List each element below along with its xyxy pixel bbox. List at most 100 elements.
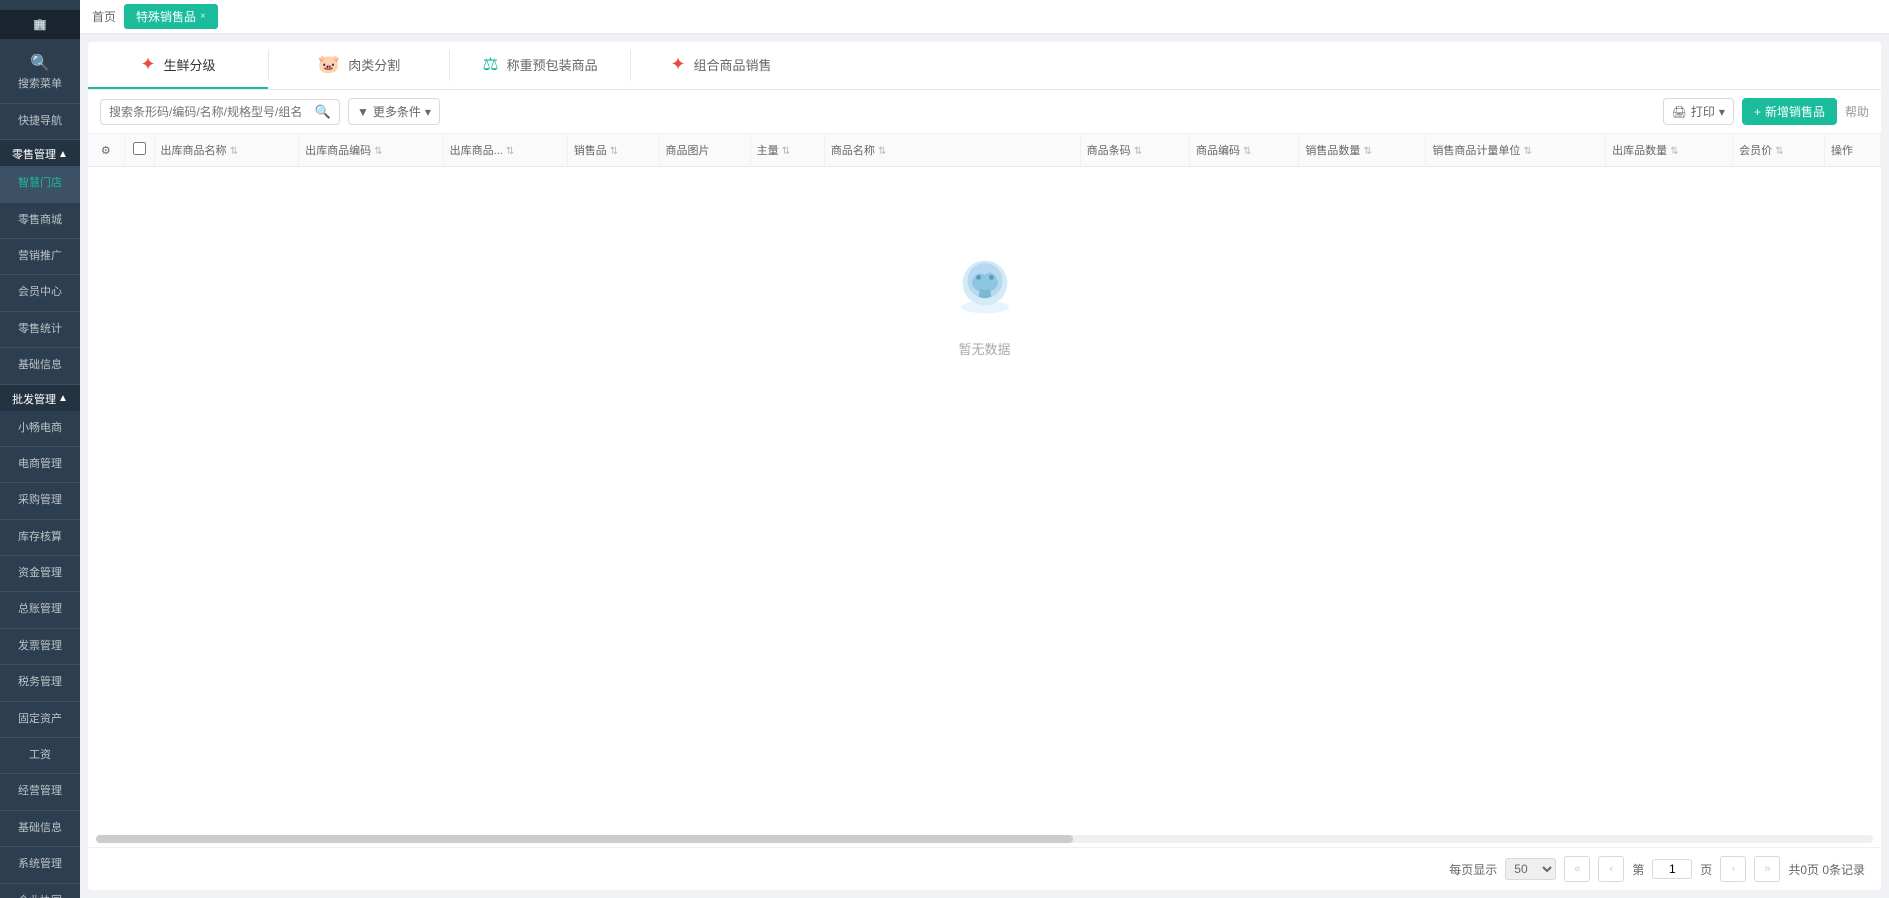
smart-store-label: 智慧门店 <box>18 177 62 189</box>
first-page-button[interactable]: « <box>1564 856 1590 882</box>
col-checkbox[interactable] <box>124 134 154 167</box>
next-page-icon: › <box>1731 863 1735 875</box>
tab-meat-cut[interactable]: 🐷 肉类分割 <box>269 42 449 89</box>
print-button[interactable]: 🖨 打印 ▾ <box>1663 98 1734 125</box>
sort-icon-7[interactable]: ⇅ <box>1134 146 1142 157</box>
sidebar-item-salary[interactable]: 工资 <box>0 738 80 774</box>
content-panel: ✦ 生鲜分级 🐷 肉类分割 ⚖ 称重预包装商品 ✦ 组合商品销售 <box>88 42 1881 890</box>
print-label: 打印 <box>1691 103 1715 120</box>
sidebar-item-quick-nav[interactable]: 快捷导航 <box>0 104 80 140</box>
sort-icon-6[interactable]: ⇅ <box>878 146 886 157</box>
empty-icon <box>945 247 1025 327</box>
sort-icon-10[interactable]: ⇅ <box>1523 146 1531 157</box>
salary-label: 工资 <box>29 749 51 761</box>
page-suffix: 页 <box>1700 861 1712 878</box>
products-table: ⚙ 出库商品名称 ⇅ 出库商品编码 ⇅ <box>88 134 1881 167</box>
col-out-product-code: 出库商品编码 ⇅ <box>299 134 444 167</box>
sidebar-item-base-info-2[interactable]: 基础信息 <box>0 811 80 847</box>
sidebar-item-retail-mgmt[interactable]: 零售管理 ▲ <box>0 140 80 166</box>
system-mgmt-label: 系统管理 <box>18 858 62 870</box>
col-sales-qty: 销售品数量 ⇅ <box>1299 134 1426 167</box>
sidebar-item-purchase-mgmt[interactable]: 采购管理 <box>0 483 80 519</box>
col-gear[interactable]: ⚙ <box>88 134 124 167</box>
sort-icon-4[interactable]: ⇅ <box>610 146 618 157</box>
sidebar-logo: 🏢 <box>0 10 80 39</box>
prev-page-button[interactable]: ‹ <box>1598 856 1624 882</box>
sort-icon-11[interactable]: ⇅ <box>1670 146 1678 157</box>
sidebar-item-operations-mgmt[interactable]: 经营管理 <box>0 774 80 810</box>
sidebar-item-smart-store[interactable]: 智慧门店 <box>0 166 80 202</box>
tab-weighed-packed[interactable]: ⚖ 称重预包装商品 <box>450 42 630 89</box>
sort-icon-12[interactable]: ⇅ <box>1775 146 1783 157</box>
sort-icon-2[interactable]: ⇅ <box>374 146 382 157</box>
close-tab-icon[interactable]: × <box>200 11 206 22</box>
sidebar-item-retail-mall[interactable]: 零售商城 <box>0 203 80 239</box>
member-center-label: 会员中心 <box>18 286 62 298</box>
tab-combo-sales[interactable]: ✦ 组合商品销售 <box>631 42 811 89</box>
sidebar-item-fixed-assets[interactable]: 固定资产 <box>0 702 80 738</box>
sidebar-item-search-menu[interactable]: 🔍 搜索菜单 <box>0 43 80 104</box>
quick-nav-label: 快捷导航 <box>18 115 62 127</box>
sidebar-item-marketing[interactable]: 营销推广 <box>0 239 80 275</box>
sidebar-item-finance-mgmt[interactable]: 资金管理 <box>0 556 80 592</box>
col-out-product-name: 出库商品名称 ⇅ <box>154 134 299 167</box>
help-button[interactable]: 帮助 <box>1845 103 1869 120</box>
search-box[interactable]: 🔍 <box>100 99 340 125</box>
filter-label: 更多条件 <box>373 103 421 120</box>
finance-mgmt-label: 资金管理 <box>18 567 62 579</box>
sidebar-item-ecommerce-mgmt[interactable]: 电商管理 <box>0 447 80 483</box>
sidebar-item-retail-stats[interactable]: 零售统计 <box>0 312 80 348</box>
sort-icon-9[interactable]: ⇅ <box>1363 146 1371 157</box>
sidebar-item-invoice-mgmt[interactable]: 发票管理 <box>0 629 80 665</box>
filter-icon: ▼ <box>357 105 369 119</box>
scrollbar-thumb[interactable] <box>96 835 1073 843</box>
tab-weighed-packed-label: 称重预包装商品 <box>507 55 598 74</box>
pagination: 每页显示 50 10 20 100 « ‹ 第 页 › » 共0页 0条记录 <box>88 847 1881 890</box>
sort-icon-3[interactable]: ⇅ <box>506 146 514 157</box>
sidebar-item-inventory-check[interactable]: 库存核算 <box>0 520 80 556</box>
tab-fresh-grade-label: 生鲜分级 <box>164 55 216 74</box>
tab-fresh-grade[interactable]: ✦ 生鲜分级 <box>88 42 268 89</box>
fixed-assets-label: 固定资产 <box>18 713 62 725</box>
sort-icon[interactable]: ⇅ <box>230 146 238 157</box>
next-page-button[interactable]: › <box>1720 856 1746 882</box>
sidebar-item-general-ledger[interactable]: 总账管理 <box>0 592 80 628</box>
sidebar-item-tax-mgmt[interactable]: 税务管理 <box>0 665 80 701</box>
last-page-button[interactable]: » <box>1754 856 1780 882</box>
gear-col-icon: ⚙ <box>101 145 111 157</box>
wholesale-arrow: ▲ <box>58 393 68 404</box>
col-master: 主量 ⇅ <box>750 134 824 167</box>
tab-row: ✦ 生鲜分级 🐷 肉类分割 ⚖ 称重预包装商品 ✦ 组合商品销售 <box>88 42 1881 90</box>
page-size-select[interactable]: 50 10 20 100 <box>1505 858 1556 880</box>
enterprise-coop-label: 企业协同 <box>18 895 62 898</box>
page-number-input[interactable] <box>1652 859 1692 879</box>
horizontal-scrollbar[interactable] <box>96 835 1873 843</box>
sidebar: 🏢 🔍 搜索菜单 快捷导航 零售管理 ▲ 智慧门店 零售商城 营销推广 会员中心… <box>0 0 80 898</box>
retail-stats-label: 零售统计 <box>18 323 62 335</box>
sidebar-item-base-info[interactable]: 基础信息 <box>0 348 80 384</box>
active-tab-label: 特殊销售品 <box>136 8 196 25</box>
home-breadcrumb[interactable]: 首页 <box>92 8 116 25</box>
sidebar-item-enterprise-coop[interactable]: 企业协同 <box>0 884 80 898</box>
marketing-label: 营销推广 <box>18 250 62 262</box>
new-icon: + <box>1754 105 1761 119</box>
table-container: ⚙ 出库商品名称 ⇅ 出库商品编码 ⇅ <box>88 134 1881 831</box>
base-info-2-label: 基础信息 <box>18 822 62 834</box>
sidebar-item-wholesale-mgmt[interactable]: 批发管理 ▲ <box>0 385 80 411</box>
sort-icon-8[interactable]: ⇅ <box>1243 146 1251 157</box>
tax-mgmt-label: 税务管理 <box>18 676 62 688</box>
active-tab[interactable]: 特殊销售品 × <box>124 4 218 29</box>
search-input[interactable] <box>109 105 315 119</box>
select-all-checkbox[interactable] <box>133 142 146 155</box>
sidebar-item-member-center[interactable]: 会员中心 <box>0 275 80 311</box>
logo-icon: 🏢 <box>33 19 47 31</box>
filter-button[interactable]: ▼ 更多条件 ▾ <box>348 98 440 125</box>
new-sales-product-button[interactable]: + 新增销售品 <box>1742 98 1837 125</box>
col-product-name: 商品名称 ⇅ <box>824 134 1080 167</box>
sort-icon-5[interactable]: ⇅ <box>782 146 790 157</box>
weighed-packed-icon: ⚖ <box>482 54 498 75</box>
sidebar-item-mini-ecommerce[interactable]: 小畅电商 <box>0 411 80 447</box>
inventory-check-label: 库存核算 <box>18 531 62 543</box>
sidebar-item-system-mgmt[interactable]: 系统管理 <box>0 847 80 883</box>
tab-meat-cut-label: 肉类分割 <box>348 55 400 74</box>
